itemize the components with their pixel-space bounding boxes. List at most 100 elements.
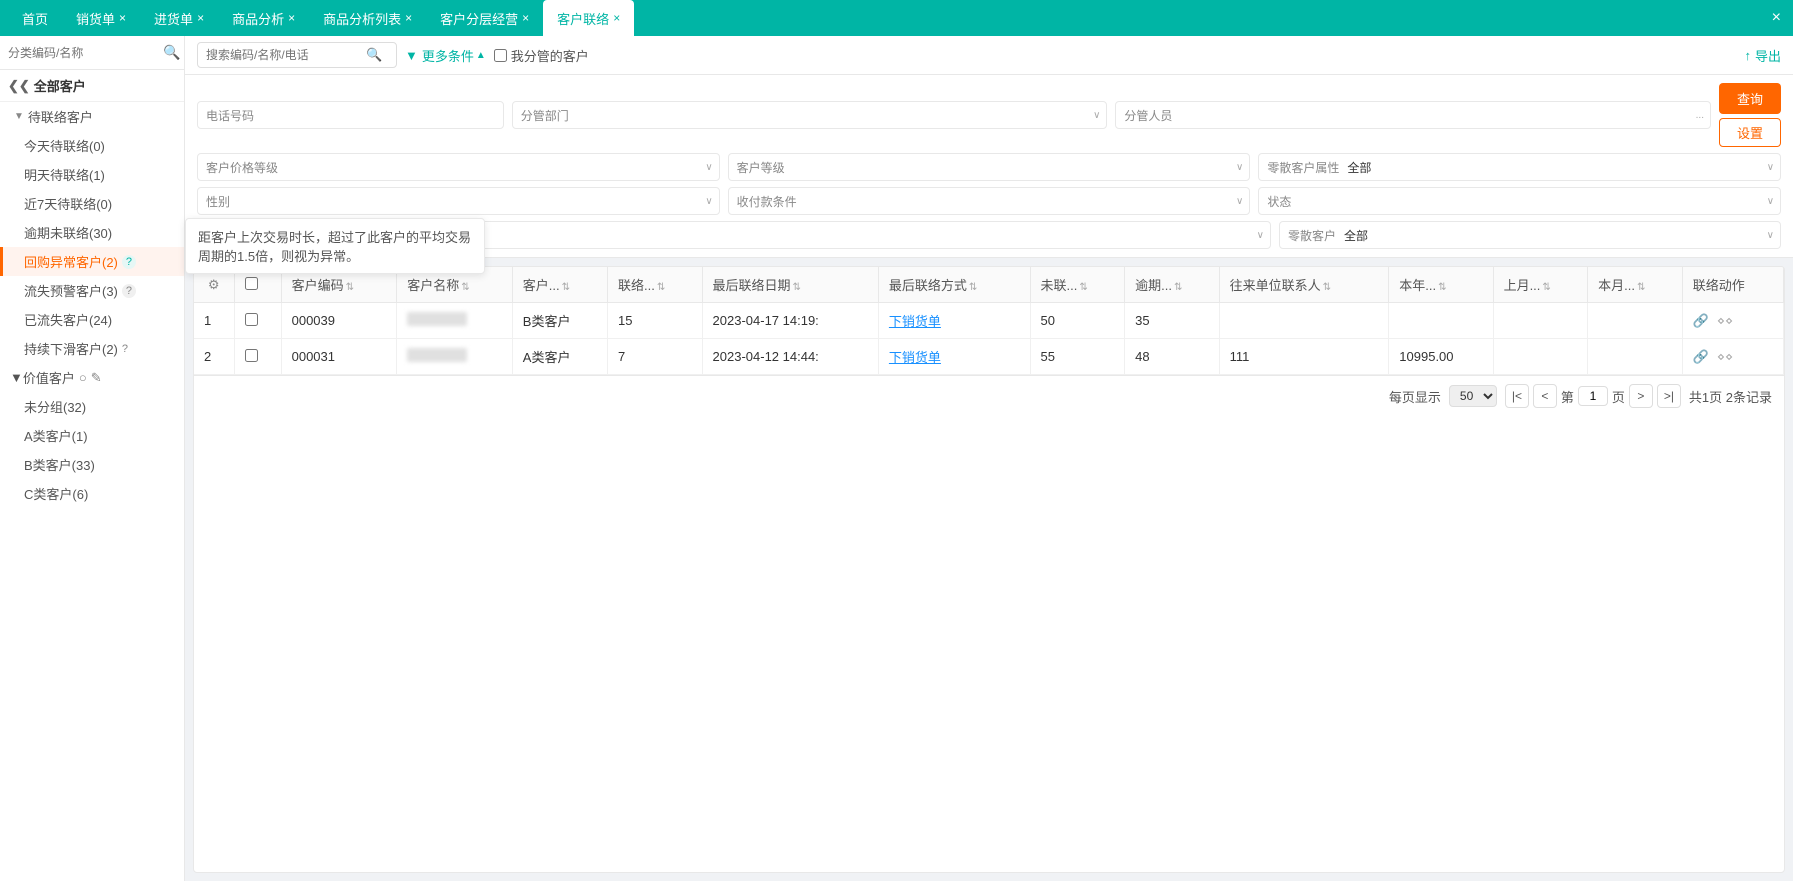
query-button[interactable]: 查询 (1719, 83, 1781, 114)
gender-field[interactable]: 性别 ∨ (197, 187, 720, 215)
chevron-up-icon: ▲ (476, 50, 486, 61)
nav-product-analysis-list-close[interactable]: × (405, 11, 412, 25)
status-field[interactable]: 状态 ∨ (1258, 187, 1781, 215)
price-level-field[interactable]: 客户价格等级 ∨ (197, 153, 720, 181)
sort-icon-uncontact[interactable]: ⇅ (1079, 282, 1087, 293)
row1-overdue: 35 (1125, 303, 1220, 339)
nav-product-analysis-close[interactable]: × (288, 11, 295, 25)
tree-pending-contact-group[interactable]: ▼ 待联络客户 (0, 102, 184, 131)
next-page-btn[interactable]: > (1629, 384, 1653, 408)
row2-checkbox (234, 339, 281, 375)
tree-item-a-class[interactable]: A类客户(1) (0, 421, 184, 450)
nav-customer-stratify-close[interactable]: × (522, 11, 529, 25)
sort-icon-lastmonth[interactable]: ⇅ (1542, 282, 1550, 293)
col-uncontacted: 未联...⇅ (1030, 267, 1125, 303)
row1-code: 000039 (281, 303, 397, 339)
row1-link-icon[interactable]: 🔗 (1693, 313, 1709, 329)
col-unit-contact: 往来单位联系人⇅ (1219, 267, 1389, 303)
customer-type-arrow: ∨ (1257, 230, 1264, 241)
nav-sales-order[interactable]: 销货单 × (62, 0, 140, 36)
dept-field[interactable]: 分管部门 ∨ (512, 101, 1108, 129)
sort-icon-name[interactable]: ⇅ (461, 282, 469, 293)
payment-field[interactable]: 收付款条件 ∨ (728, 187, 1251, 215)
tree-item-overdue-pending[interactable]: 逾期未联络(30) (0, 218, 184, 247)
retail-attr-field[interactable]: 零散客户属性 全部 ∨ (1258, 153, 1781, 181)
sort-icon-date[interactable]: ⇅ (793, 282, 801, 293)
tree-item-continuous-down[interactable]: 持续下滑客户(2) ? (0, 334, 184, 363)
row2-grid-icon[interactable]: ⋄⋄ (1717, 349, 1733, 365)
customer-level-arrow: ∨ (1236, 162, 1243, 173)
tree-item-lost[interactable]: 已流失客户(24) (0, 305, 184, 334)
last-page-btn[interactable]: >| (1657, 384, 1681, 408)
tree-item-tomorrow-pending[interactable]: 明天待联络(1) (0, 160, 184, 189)
sort-icon-type[interactable]: ⇅ (562, 282, 570, 293)
nav-customer-contact-close[interactable]: × (613, 11, 620, 25)
nav-product-analysis-list[interactable]: 商品分析列表 × (309, 0, 426, 36)
customer-level-field[interactable]: 客户等级 ∨ (728, 153, 1251, 181)
sort-icon-method[interactable]: ⇅ (969, 282, 977, 293)
settings-button[interactable]: 设置 (1719, 118, 1781, 147)
col-customer-type: 客户...⇅ (512, 267, 607, 303)
sidebar-search-input[interactable] (8, 46, 163, 60)
first-page-btn[interactable]: |< (1505, 384, 1529, 408)
filter-row-1: 电话号码 分管部门 ∨ 分管人员 ... 查询 设置 (197, 83, 1781, 147)
row2-name-blurred (407, 348, 467, 362)
tree-item-today-pending[interactable]: 今天待联络(0) (0, 131, 184, 160)
sort-icon-code[interactable]: ⇅ (346, 282, 354, 293)
tree-item-7days-pending[interactable]: 近7天待联络(0) (0, 189, 184, 218)
table-container: ⚙ 客户编码⇅ 客户名称⇅ 客户...⇅ 联络...⇅ 最后联络日期⇅ 最后联络… (193, 266, 1785, 873)
refresh-icon[interactable]: ○ (79, 370, 87, 385)
my-customer-checkbox[interactable] (494, 49, 507, 62)
sort-icon-overdue[interactable]: ⇅ (1174, 282, 1182, 293)
collapse-icon[interactable]: ❮❮ (8, 78, 30, 94)
window-close-icon[interactable]: × (1772, 9, 1781, 27)
row1-this-month (1588, 303, 1683, 339)
sort-icon-thismonth[interactable]: ⇅ (1637, 282, 1645, 293)
price-level-arrow: ∨ (705, 162, 712, 173)
phone-field[interactable]: 电话号码 (197, 101, 504, 129)
nav-home[interactable]: 首页 (8, 0, 62, 36)
row1-last-month (1493, 303, 1588, 339)
tree-item-ungrouped[interactable]: 未分组(32) (0, 392, 184, 421)
row2-select-checkbox[interactable] (245, 349, 258, 362)
more-conditions-btn[interactable]: ▼ 更多条件 ▲ (405, 46, 486, 65)
row2-this-month (1588, 339, 1683, 375)
page-size-select[interactable]: 50 (1449, 385, 1497, 407)
manager-field[interactable]: 分管人员 ... (1115, 101, 1711, 129)
nav-purchase-order[interactable]: 进货单 × (140, 0, 218, 36)
nav-product-analysis[interactable]: 商品分析 × (218, 0, 309, 36)
my-customer-checkbox-group: 我分管的客户 (494, 46, 589, 65)
row1-actions: 🔗 ⋄⋄ (1682, 303, 1783, 339)
nav-customer-stratify[interactable]: 客户分层经营 × (426, 0, 543, 36)
nav-customer-contact[interactable]: 客户联络 × (543, 0, 634, 36)
retail-customer-field[interactable]: 零散客户 全部 ∨ (1279, 221, 1781, 249)
sort-icon-year[interactable]: ⇅ (1438, 282, 1446, 293)
row1-method-link[interactable]: 下销货单 (889, 314, 941, 329)
tree-item-b-class[interactable]: B类客户(33) (0, 450, 184, 479)
tree-value-customer-group[interactable]: ▼ 价值客户 ○ ✎ (0, 363, 184, 392)
top-nav: 首页 销货单 × 进货单 × 商品分析 × 商品分析列表 × 客户分层经营 × … (0, 0, 1793, 36)
row1-grid-icon[interactable]: ⋄⋄ (1717, 313, 1733, 329)
row2-link-icon[interactable]: 🔗 (1693, 349, 1709, 365)
filter-bar: 🔍 ▼ 更多条件 ▲ 我分管的客户 ↑ 导出 (185, 36, 1793, 75)
sort-icon-contact[interactable]: ⇅ (657, 282, 665, 293)
page-number-input[interactable] (1578, 386, 1608, 406)
select-all-checkbox[interactable] (245, 277, 258, 290)
sort-icon-unit[interactable]: ⇅ (1323, 282, 1331, 293)
sidebar-search-icon[interactable]: 🔍 (163, 44, 180, 61)
search-input[interactable] (206, 48, 366, 62)
nav-sales-order-close[interactable]: × (119, 11, 126, 25)
tree-item-c-class[interactable]: C类客户(6) (0, 479, 184, 508)
row2-name (397, 339, 513, 375)
tree-item-repurchase-abnormal[interactable]: 回购异常客户(2) ? (0, 247, 184, 276)
row2-last-date: 2023-04-12 14:44: (702, 339, 878, 375)
prev-page-btn[interactable]: < (1533, 384, 1557, 408)
row2-method-link[interactable]: 下销货单 (889, 350, 941, 365)
nav-purchase-order-close[interactable]: × (197, 11, 204, 25)
search-icon[interactable]: 🔍 (366, 47, 382, 63)
tree-item-lost-warn[interactable]: 流失预警客户(3) ? (0, 276, 184, 305)
edit-icon[interactable]: ✎ (91, 370, 102, 386)
all-customers-section: ❮❮ 全部客户 (0, 70, 184, 102)
export-btn[interactable]: ↑ 导出 (1744, 46, 1781, 65)
row1-select-checkbox[interactable] (245, 313, 258, 326)
